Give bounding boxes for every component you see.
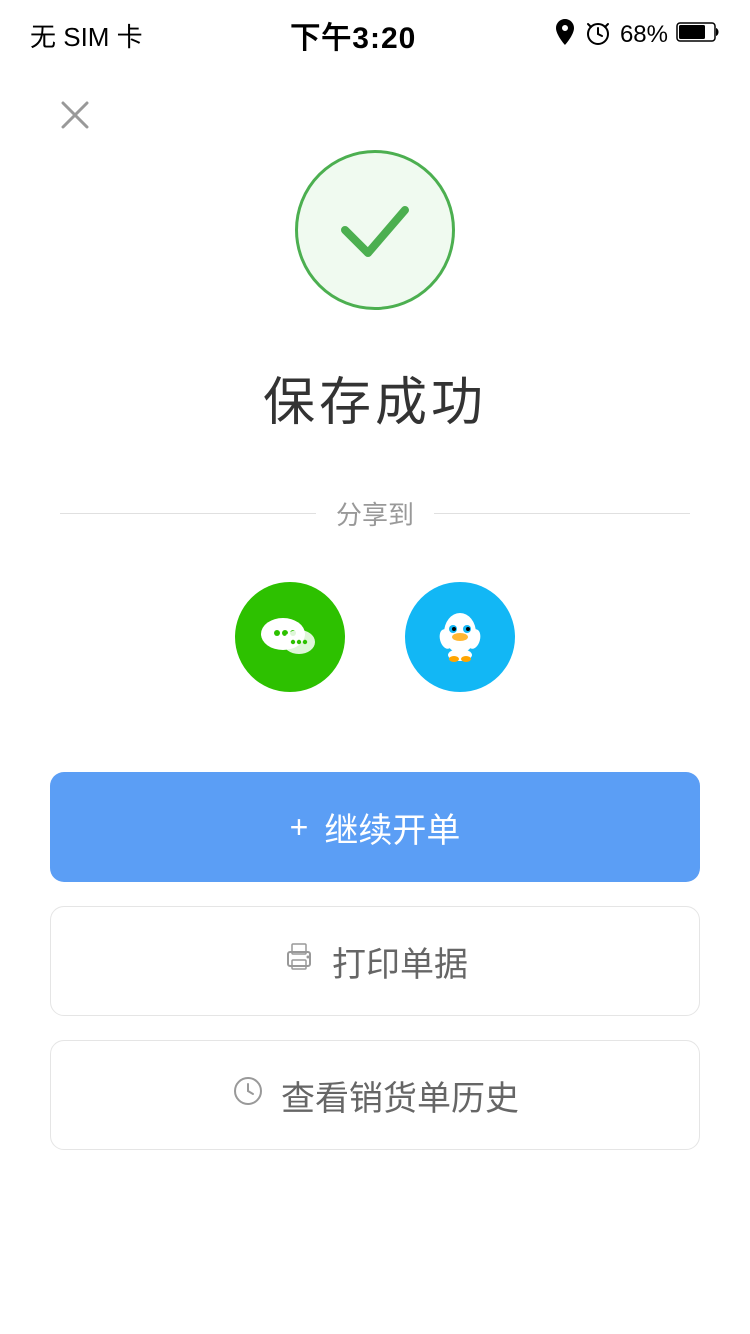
success-title: 保存成功 <box>263 360 487 435</box>
qq-icon <box>426 603 494 671</box>
qq-share-button[interactable] <box>405 582 515 692</box>
wechat-share-button[interactable] <box>235 582 345 692</box>
divider-line-left <box>60 513 316 514</box>
action-buttons: + 继续开单 打印单据 查看销货单历史 <box>0 772 750 1150</box>
status-right: 68% <box>554 18 720 53</box>
main-content: 保存成功 分享到 <box>0 70 750 1150</box>
wechat-icon <box>255 602 325 672</box>
divider-line-right <box>434 513 690 514</box>
continue-button[interactable]: + 继续开单 <box>50 772 700 882</box>
status-left: 无 SIM 卡 <box>30 17 153 54</box>
clock-icon <box>231 1074 265 1116</box>
share-divider: 分享到 <box>0 495 750 532</box>
printer-icon <box>282 940 316 982</box>
battery-icon <box>676 21 720 50</box>
share-icons-group <box>235 582 515 692</box>
close-button[interactable] <box>50 90 100 140</box>
print-label: 打印单据 <box>332 937 468 986</box>
history-label: 查看销货单历史 <box>281 1071 519 1120</box>
success-icon-circle <box>295 150 455 310</box>
continue-label: 继续开单 <box>324 803 460 852</box>
plus-icon: + <box>290 809 309 846</box>
share-label: 分享到 <box>316 495 434 532</box>
checkmark-icon <box>330 185 420 275</box>
carrier-label: 无 SIM 卡 <box>30 17 143 54</box>
status-time: 下午3:20 <box>290 13 416 57</box>
print-button[interactable]: 打印单据 <box>50 906 700 1016</box>
status-bar: 无 SIM 卡 下午3:20 68% <box>0 0 750 70</box>
history-button[interactable]: 查看销货单历史 <box>50 1040 700 1150</box>
battery-label: 68% <box>620 21 668 49</box>
location-icon <box>554 18 576 53</box>
alarm-icon <box>584 18 612 53</box>
